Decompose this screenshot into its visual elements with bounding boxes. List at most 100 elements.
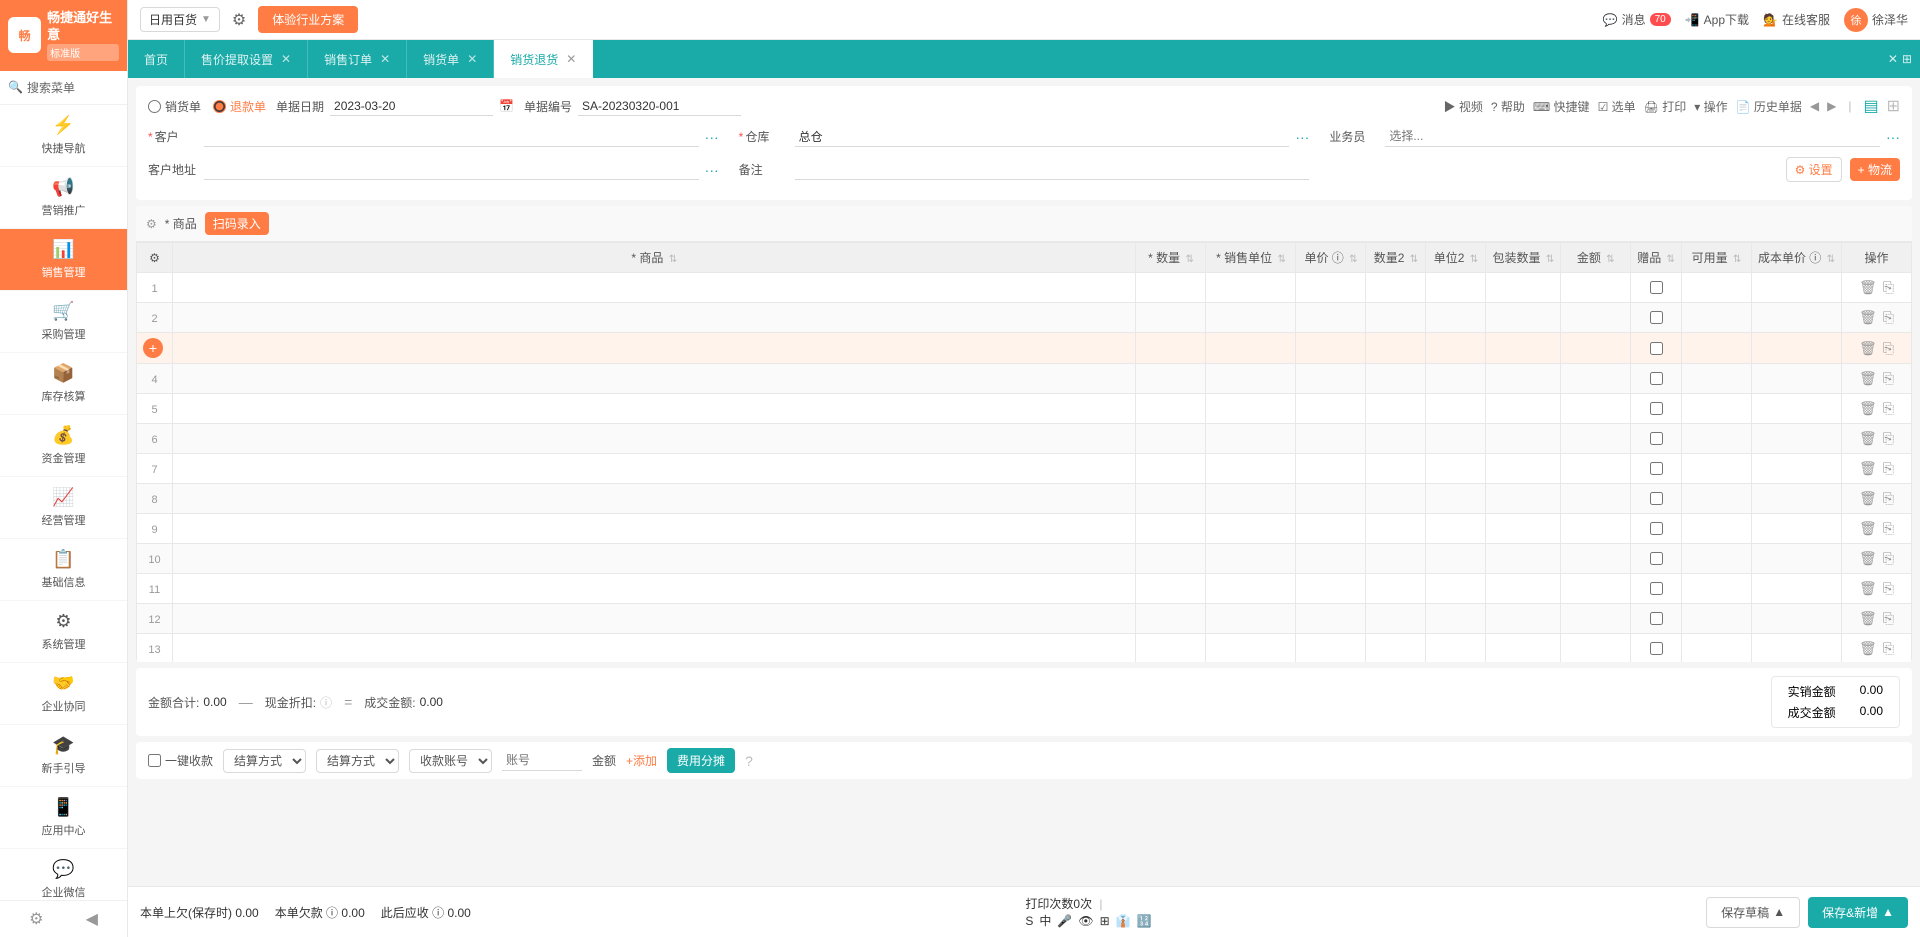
copy-icon[interactable]: ⎘ — [1883, 340, 1894, 357]
gift-checkbox[interactable] — [1650, 522, 1663, 535]
copy-icon[interactable]: ⎘ — [1883, 550, 1894, 567]
copy-icon[interactable]: ⎘ — [1883, 400, 1894, 417]
industry-selector[interactable]: 日用百货 ▼ — [140, 7, 220, 32]
unit-cell[interactable] — [1206, 333, 1296, 364]
sort-icon[interactable]: ⇅ — [1606, 254, 1614, 265]
help-btn[interactable]: ? 帮助 — [1491, 98, 1525, 115]
close-icon[interactable]: ✕ — [467, 52, 477, 66]
copy-icon[interactable]: ⎘ — [1883, 430, 1894, 447]
tab-price-set[interactable]: 售价提取设置 ✕ — [185, 40, 308, 78]
delete-icon[interactable]: 🗑 — [1859, 550, 1877, 567]
zhong-icon[interactable]: 中 — [1039, 912, 1051, 929]
amount-cell[interactable] — [1561, 303, 1631, 333]
unit2-cell[interactable] — [1426, 303, 1486, 333]
pkg-qty-cell[interactable] — [1486, 333, 1561, 364]
sidebar-item-wechat[interactable]: 💬 企业微信 — [0, 849, 127, 900]
cost-price-cell[interactable] — [1751, 273, 1841, 303]
gift-checkbox[interactable] — [1650, 311, 1663, 324]
nav-left-icon[interactable]: ◀ — [1810, 99, 1819, 113]
sidebar-item-system[interactable]: ⚙ 系统管理 — [0, 601, 127, 663]
qty-cell[interactable] — [1136, 303, 1206, 333]
sidebar-item-sales[interactable]: 📊 销售管理 — [0, 229, 127, 291]
unit-cell[interactable] — [1206, 303, 1296, 333]
mic-icon[interactable]: 🎤 — [1057, 914, 1072, 928]
add-row-button[interactable]: + — [143, 338, 163, 358]
delete-icon[interactable]: 🗑 — [1859, 370, 1877, 387]
tab-sales-return[interactable]: 销货退货 ✕ — [494, 40, 593, 78]
staff-picker[interactable]: ··· — [1886, 129, 1900, 145]
radio-sales[interactable]: 销货单 — [148, 98, 201, 115]
gift-checkbox[interactable] — [1650, 642, 1663, 655]
gift-checkbox[interactable] — [1650, 462, 1663, 475]
gift-checkbox[interactable] — [1650, 612, 1663, 625]
copy-icon[interactable]: ⎘ — [1883, 580, 1894, 597]
tab-sales-order[interactable]: 销售订单 ✕ — [308, 40, 407, 78]
qty-cell[interactable] — [1136, 273, 1206, 303]
sort-icon[interactable]: ⇅ — [1546, 254, 1554, 265]
fee-split-button[interactable]: 费用分摊 — [667, 748, 735, 773]
calculator-icon[interactable]: 🔢 — [1137, 914, 1152, 928]
customer-picker[interactable]: ··· — [705, 129, 719, 145]
qty2-cell[interactable] — [1366, 333, 1426, 364]
copy-icon[interactable]: ⎘ — [1883, 640, 1894, 657]
gift-checkbox[interactable] — [1650, 432, 1663, 445]
available-cell[interactable] — [1681, 273, 1751, 303]
copy-icon[interactable]: ⎘ — [1883, 490, 1894, 507]
pkg-qty-cell[interactable] — [1486, 273, 1561, 303]
calendar-icon[interactable]: 📅 — [499, 99, 514, 113]
gift-checkbox[interactable] — [1650, 492, 1663, 505]
sort-icon[interactable]: ⇅ — [1470, 254, 1478, 265]
copy-icon[interactable]: ⎘ — [1883, 279, 1894, 296]
address-input[interactable] — [204, 159, 699, 180]
sidebar-item-inventory[interactable]: 📦 库存核算 — [0, 353, 127, 415]
sort-icon[interactable]: ⇅ — [1667, 254, 1675, 265]
sort-icon[interactable]: ⇅ — [1349, 254, 1357, 265]
video-btn[interactable]: ▶ 视频 — [1444, 98, 1483, 115]
sidebar-item-marketing[interactable]: 📢 营销推广 — [0, 167, 127, 229]
eye-icon[interactable]: 👁 — [1078, 914, 1093, 928]
trial-button[interactable]: 体验行业方案 — [258, 6, 358, 33]
qty2-cell[interactable] — [1366, 303, 1426, 333]
note-input[interactable] — [795, 159, 1310, 180]
operation-btn[interactable]: ▾ 操作 — [1694, 98, 1727, 115]
save-new-button[interactable]: 保存&新增 ▲ — [1808, 897, 1908, 928]
sidebar-item-operation[interactable]: 📈 经营管理 — [0, 477, 127, 539]
delete-icon[interactable]: 🗑 — [1859, 400, 1877, 417]
radio-return[interactable]: 退款单 — [213, 98, 266, 115]
warehouse-input[interactable] — [795, 126, 1290, 147]
unit2-cell[interactable] — [1426, 273, 1486, 303]
one-click-checkbox[interactable] — [148, 754, 161, 767]
one-click-payment[interactable]: 一键收款 — [148, 752, 213, 769]
online-service-button[interactable]: 💁 在线客服 — [1763, 11, 1830, 28]
available-cell[interactable] — [1681, 333, 1751, 364]
delete-icon[interactable]: 🗑 — [1859, 520, 1877, 537]
sort-icon[interactable]: ⇅ — [1827, 254, 1835, 265]
select-btn[interactable]: ☑ 选单 — [1598, 98, 1636, 115]
amount-cell[interactable] — [1561, 273, 1631, 303]
payment-method-select[interactable]: 结算方式 — [223, 749, 306, 773]
unit2-cell[interactable] — [1426, 333, 1486, 364]
gift-checkbox[interactable] — [1650, 552, 1663, 565]
customer-input[interactable] — [204, 126, 699, 147]
gift-checkbox[interactable] — [1650, 402, 1663, 415]
user-menu[interactable]: 徐 徐泽华 — [1844, 8, 1908, 32]
logistics-button[interactable]: + 物流 — [1850, 158, 1900, 181]
delete-icon[interactable]: 🗑 — [1859, 640, 1877, 657]
copy-icon[interactable]: ⎘ — [1883, 520, 1894, 537]
sidebar-item-basic[interactable]: 📋 基础信息 — [0, 539, 127, 601]
expand-icon[interactable]: ⊞ — [1902, 52, 1912, 66]
gift-checkbox[interactable] — [1650, 582, 1663, 595]
account-input[interactable] — [502, 750, 582, 771]
tab-home[interactable]: 首页 — [128, 40, 185, 78]
delete-icon[interactable]: 🗑 — [1859, 580, 1877, 597]
table-icon[interactable]: ⊞ — [1887, 96, 1900, 116]
help-icon[interactable]: ⓘ — [320, 694, 332, 711]
close-tab-icon[interactable]: ✕ — [1888, 52, 1898, 66]
staff-input[interactable] — [1385, 126, 1880, 147]
add-payment-button[interactable]: +添加 — [626, 752, 657, 769]
delete-icon[interactable]: 🗑 — [1859, 340, 1877, 357]
product-cell[interactable] — [173, 333, 1136, 364]
product-cell[interactable] — [173, 273, 1136, 303]
sidebar-item-purchase[interactable]: 🛒 采购管理 — [0, 291, 127, 353]
delete-icon[interactable]: 🗑 — [1859, 490, 1877, 507]
